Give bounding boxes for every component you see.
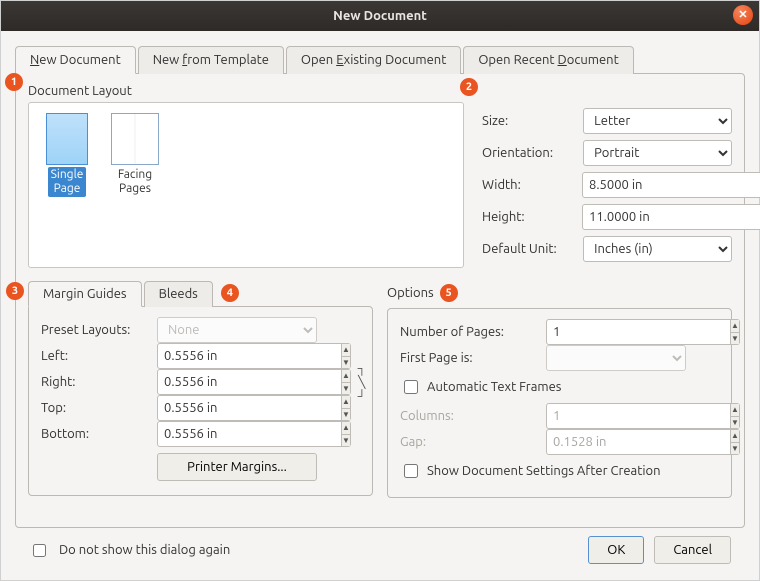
dont-show-label: Do not show this dialog again (59, 543, 230, 557)
width-label: Width: (482, 178, 576, 192)
margin-top-up[interactable]: ▲ (342, 396, 350, 408)
margin-bottom-down[interactable]: ▼ (342, 434, 350, 447)
margin-right-down[interactable]: ▼ (342, 382, 350, 395)
printer-margins-button[interactable]: Printer Margins... (157, 453, 317, 481)
badge-5: 5 (440, 284, 458, 302)
window-title: New Document (333, 9, 427, 23)
width-input[interactable] (582, 172, 760, 198)
margin-left-input[interactable] (157, 343, 342, 369)
size-select[interactable]: Letter (583, 108, 732, 134)
orientation-select[interactable]: Portrait (583, 140, 732, 166)
margin-left-up[interactable]: ▲ (342, 344, 350, 356)
height-label: Height: (482, 210, 576, 224)
close-icon[interactable]: ✕ (733, 5, 753, 25)
columns-input (546, 403, 731, 429)
auto-text-frames-checkbox[interactable] (404, 380, 418, 394)
main-tabstrip: New Document New from Template Open Exis… (15, 45, 745, 73)
document-layout-label: Document Layout (28, 84, 732, 98)
dont-show-checkbox[interactable] (33, 544, 46, 557)
show-settings-label: Show Document Settings After Creation (427, 464, 661, 478)
pages-label: Number of Pages: (400, 325, 540, 339)
orientation-label: Orientation: (482, 146, 577, 160)
height-input[interactable] (582, 204, 760, 230)
first-page-label: First Page is: (400, 351, 540, 365)
margin-right-input[interactable] (157, 369, 342, 395)
pages-input[interactable] (546, 319, 731, 345)
margin-bottom-label: Bottom: (41, 427, 151, 441)
columns-down: ▼ (731, 416, 739, 429)
show-settings-checkbox[interactable] (404, 464, 418, 478)
options-heading: Options (387, 286, 434, 300)
preset-layouts-label: Preset Layouts: (41, 323, 151, 337)
margin-left-down[interactable]: ▼ (342, 356, 350, 369)
margin-left-label: Left: (41, 349, 151, 363)
margin-right-label: Right: (41, 375, 151, 389)
tab-margin-guides[interactable]: Margin Guides (28, 281, 142, 307)
first-page-select (546, 345, 686, 371)
badge-2: 2 (460, 78, 478, 96)
ok-button[interactable]: OK (588, 536, 644, 564)
tab-new-document[interactable]: New Document (15, 46, 136, 74)
tab-open-existing[interactable]: Open Existing Document (286, 46, 461, 74)
tab-new-from-template[interactable]: New from Template (138, 46, 284, 74)
pages-up[interactable]: ▲ (731, 320, 739, 332)
size-label: Size: (482, 114, 577, 128)
layout-facing-pages[interactable]: Facing Pages (107, 113, 163, 197)
layout-thumbnails-box: Single Page Facing Pages (28, 102, 464, 268)
columns-label: Columns: (400, 409, 540, 423)
margin-bottom-input[interactable] (157, 421, 342, 447)
columns-up: ▲ (731, 404, 739, 416)
margin-right-up[interactable]: ▲ (342, 370, 350, 382)
default-unit-label: Default Unit: (482, 242, 577, 256)
gap-up: ▲ (731, 430, 739, 442)
preset-layouts-select: None (157, 317, 317, 343)
gap-input (546, 429, 731, 455)
pages-down[interactable]: ▼ (731, 332, 739, 345)
badge-1: 1 (5, 73, 23, 91)
margin-top-down[interactable]: ▼ (342, 408, 350, 421)
link-margins-icon[interactable]: ┐╲┘ (357, 363, 366, 403)
cancel-button[interactable]: Cancel (654, 536, 731, 564)
gap-label: Gap: (400, 435, 540, 449)
tab-bleeds[interactable]: Bleeds (144, 281, 213, 307)
margin-bottom-up[interactable]: ▲ (342, 422, 350, 434)
badge-4: 4 (221, 284, 239, 302)
tab-open-recent[interactable]: Open Recent Document (463, 46, 633, 74)
layout-single-page[interactable]: Single Page (39, 113, 95, 197)
gap-down: ▼ (731, 442, 739, 455)
margin-top-input[interactable] (157, 395, 342, 421)
badge-3: 3 (6, 282, 24, 300)
margin-top-label: Top: (41, 401, 151, 415)
titlebar: New Document ✕ (1, 1, 759, 31)
auto-text-frames-label: Automatic Text Frames (427, 380, 561, 394)
default-unit-select[interactable]: Inches (in) (583, 236, 732, 262)
